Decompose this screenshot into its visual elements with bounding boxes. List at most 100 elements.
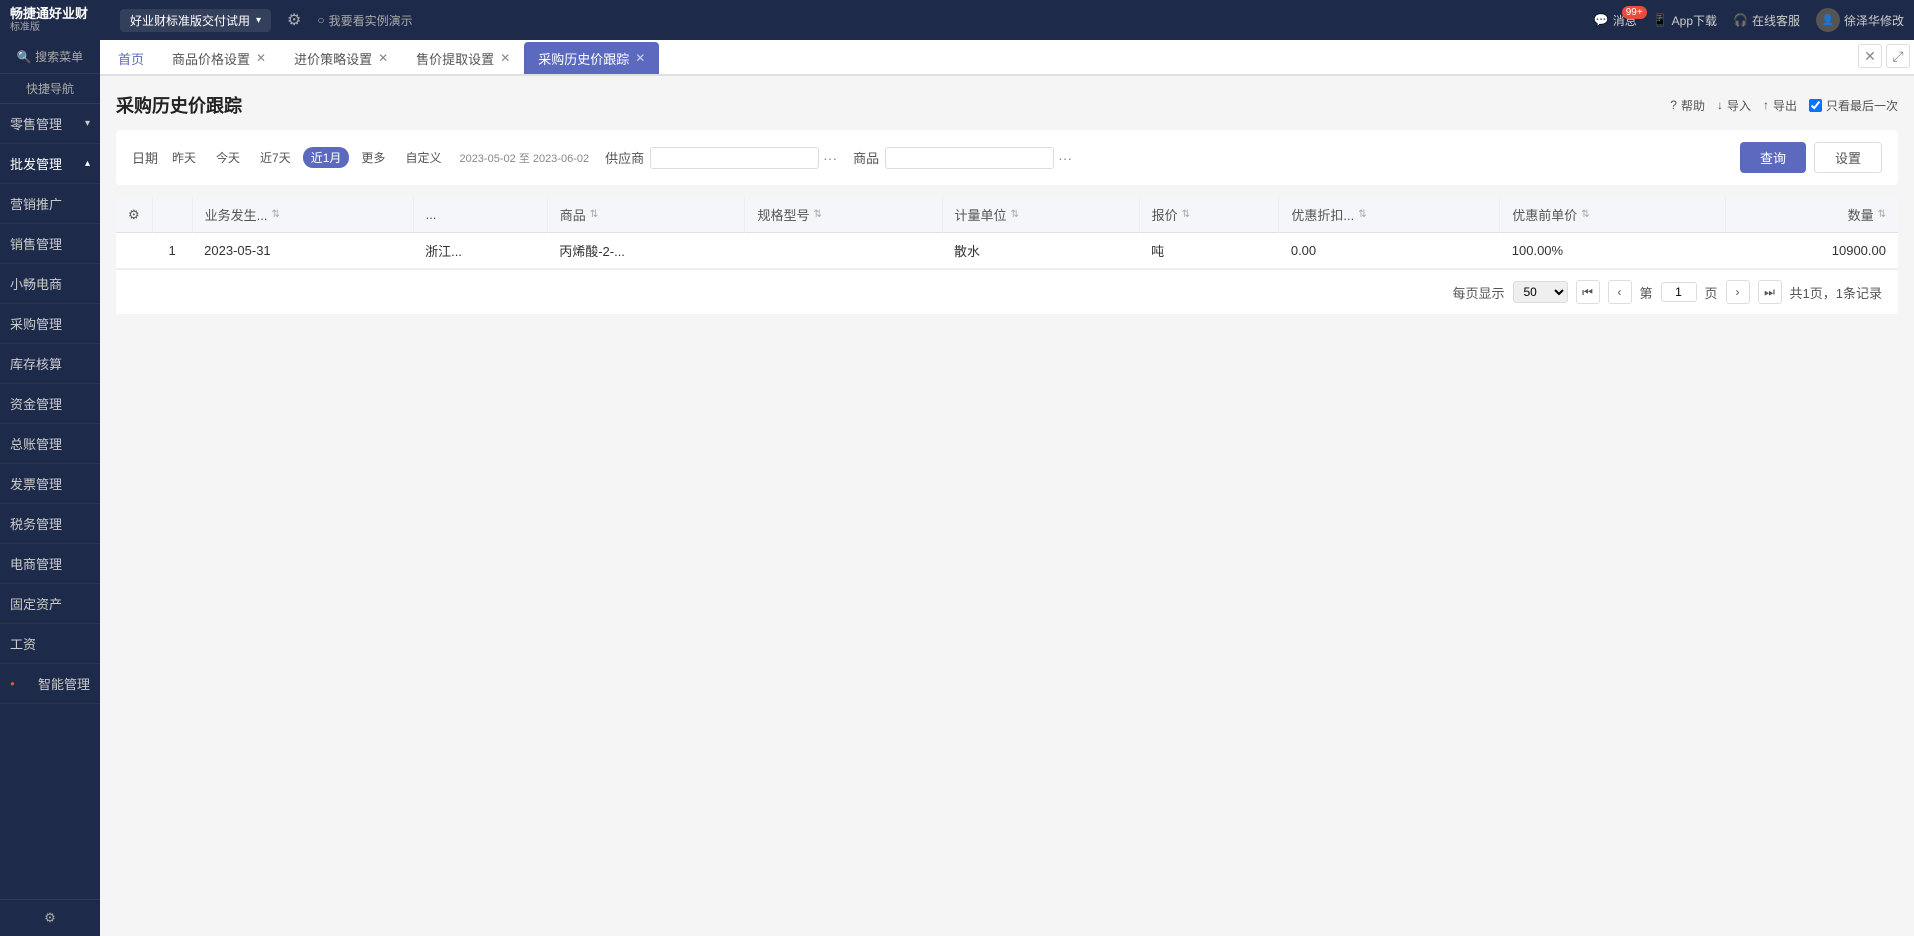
- close-icon[interactable]: ✕: [378, 51, 388, 65]
- date-btn-custom[interactable]: 自定义: [397, 147, 449, 168]
- col-settings[interactable]: ⚙: [116, 197, 152, 233]
- cell-num: 1: [152, 233, 192, 269]
- sidebar-item-sales[interactable]: 销售管理: [0, 224, 100, 264]
- date-btn-1month[interactable]: 近1月: [303, 147, 350, 168]
- sidebar-settings-btn[interactable]: ⚙: [0, 899, 100, 936]
- close-icon[interactable]: ✕: [256, 51, 266, 65]
- sidebar-item-wholesale[interactable]: 批发管理 ▴: [0, 144, 100, 184]
- sidebar-item-payroll[interactable]: 工资: [0, 624, 100, 664]
- sort-icon: ⇅: [1878, 209, 1886, 220]
- col-before-price[interactable]: 优惠前单价 ⇅: [1500, 197, 1726, 233]
- tab-purchase-strategy[interactable]: 进价策略设置 ✕: [280, 42, 402, 74]
- next-page-btn[interactable]: ›: [1726, 280, 1750, 304]
- demo-link[interactable]: ○ 我要看实例演示: [317, 12, 412, 29]
- col-quantity-label: 数量: [1848, 205, 1874, 224]
- sidebar-item-purchase[interactable]: 采购管理: [0, 304, 100, 344]
- col-more-label: ...: [426, 207, 437, 222]
- tab-purchase-history-price[interactable]: 采购历史价跟踪 ✕: [524, 42, 659, 74]
- date-btn-today[interactable]: 今天: [208, 147, 248, 168]
- logo-title: 畅捷通好业财: [10, 6, 110, 22]
- only-last-checkbox[interactable]: [1809, 99, 1822, 112]
- export-btn[interactable]: ↑ 导出: [1763, 97, 1797, 114]
- goods-more-icon[interactable]: ···: [1058, 150, 1072, 166]
- version-selector[interactable]: 好业财标准版交付试用 ▾: [120, 9, 271, 32]
- close-icon[interactable]: ✕: [635, 51, 645, 65]
- query-btn[interactable]: 查询: [1740, 142, 1806, 173]
- date-btn-7days[interactable]: 近7天: [252, 147, 299, 168]
- settings-icon[interactable]: ⚙: [287, 10, 301, 30]
- header-right: 💬 消息 99+ 📱 App下载 🎧 在线客服 👤 徐泽华修改: [1594, 8, 1904, 32]
- sidebar-item-ledger[interactable]: 总账管理: [0, 424, 100, 464]
- user-info[interactable]: 👤 徐泽华修改: [1816, 8, 1904, 32]
- col-more[interactable]: ...: [413, 197, 547, 233]
- tab-home[interactable]: 首页: [104, 42, 158, 74]
- page-content: 采购历史价跟踪 ? 帮助 ↓ 导入 ↑ 导出: [100, 76, 1914, 936]
- app-download-btn[interactable]: 📱 App下载: [1653, 12, 1717, 29]
- sidebar-item-inventory[interactable]: 库存核算: [0, 344, 100, 384]
- sidebar-item-ecommerce-small[interactable]: 小畅电商: [0, 264, 100, 304]
- supplier-more-icon[interactable]: ···: [823, 150, 837, 166]
- top-header: 畅捷通好业财 标准版 好业财标准版交付试用 ▾ ⚙ ○ 我要看实例演示 💬 消息…: [0, 0, 1914, 40]
- col-spec[interactable]: 规格型号 ⇅: [745, 197, 942, 233]
- col-goods[interactable]: 商品 ⇅: [547, 197, 745, 233]
- sidebar-item-label: 小畅电商: [10, 274, 62, 293]
- version-label: 好业财标准版交付试用: [130, 12, 250, 29]
- table-row: 1 2023-05-31 浙江... 丙烯酸-2-... 散水 吨 0.00 1…: [116, 233, 1898, 269]
- sort-icon: ⇅: [813, 209, 821, 220]
- sidebar-item-tax[interactable]: 税务管理: [0, 504, 100, 544]
- sidebar-search-label: 搜索菜单: [35, 50, 83, 64]
- col-before-price-label: 优惠前单价: [1512, 205, 1577, 224]
- supplier-input[interactable]: [650, 147, 819, 169]
- col-price[interactable]: 报价 ⇅: [1139, 197, 1279, 233]
- settings-btn[interactable]: 设置: [1814, 142, 1882, 173]
- help-btn[interactable]: ? 帮助: [1670, 97, 1705, 114]
- filter-bar: 日期 昨天 今天 近7天 近1月 更多 自定义 2023-05-02 至 202…: [116, 130, 1898, 185]
- date-btn-yesterday[interactable]: 昨天: [164, 147, 204, 168]
- col-discount-label: 优惠折扣...: [1291, 205, 1354, 224]
- page-input[interactable]: [1661, 282, 1697, 302]
- col-unit[interactable]: 计量单位 ⇅: [942, 197, 1139, 233]
- tab-expand-btn[interactable]: ⤢: [1886, 44, 1910, 68]
- message-btn[interactable]: 💬 消息 99+: [1594, 12, 1637, 29]
- sidebar-item-label: 总账管理: [10, 434, 62, 453]
- close-icon[interactable]: ✕: [500, 51, 510, 65]
- sidebar-item-label: 工资: [10, 634, 36, 653]
- sidebar-item-smart[interactable]: 智能管理: [0, 664, 100, 704]
- goods-filter-group: 商品 ···: [853, 147, 1072, 169]
- date-range-display: 2023-05-02 至 2023-06-02: [459, 150, 589, 166]
- per-page-select[interactable]: 50 100 200: [1513, 281, 1568, 303]
- first-page-btn[interactable]: ⏮: [1576, 280, 1600, 304]
- goods-input[interactable]: [885, 147, 1054, 169]
- data-table: ⚙ 业务发生... ⇅ ...: [116, 197, 1898, 269]
- only-last-checkbox-label[interactable]: 只看最后一次: [1809, 97, 1898, 114]
- sidebar-quick-nav[interactable]: 快捷导航: [0, 74, 100, 104]
- prev-page-btn[interactable]: ‹: [1608, 280, 1632, 304]
- tab-close-btn[interactable]: ✕: [1858, 44, 1882, 68]
- cell-supplier: 浙江...: [413, 233, 547, 269]
- page-label: 第: [1640, 283, 1653, 302]
- table-body: 1 2023-05-31 浙江... 丙烯酸-2-... 散水 吨 0.00 1…: [116, 233, 1898, 269]
- sidebar-item-retail[interactable]: 零售管理 ▾: [0, 104, 100, 144]
- cell-goods: 丙烯酸-2-...: [547, 233, 745, 269]
- sidebar-item-marketing[interactable]: 营销推广: [0, 184, 100, 224]
- tab-sale-price-extract[interactable]: 售价提取设置 ✕: [402, 42, 524, 74]
- sidebar-item-invoice[interactable]: 发票管理: [0, 464, 100, 504]
- date-btn-more[interactable]: 更多: [353, 147, 393, 168]
- last-page-btn[interactable]: ⏭: [1758, 280, 1782, 304]
- message-badge: 99+: [1622, 6, 1647, 19]
- col-quantity[interactable]: 数量 ⇅: [1725, 197, 1898, 233]
- per-page-label: 每页显示: [1452, 283, 1504, 302]
- sidebar-item-label: 发票管理: [10, 474, 62, 493]
- table-container: ⚙ 业务发生... ⇅ ...: [116, 197, 1898, 269]
- sidebar-item-finance[interactable]: 资金管理: [0, 384, 100, 424]
- sidebar-item-label: 采购管理: [10, 314, 62, 333]
- sidebar-search[interactable]: 🔍 搜索菜单: [0, 40, 100, 74]
- tab-price-settings[interactable]: 商品价格设置 ✕: [158, 42, 280, 74]
- sidebar-item-fixed-assets[interactable]: 固定资产: [0, 584, 100, 624]
- sort-icon: ⇅: [1182, 209, 1190, 220]
- online-service-btn[interactable]: 🎧 在线客服: [1733, 12, 1800, 29]
- col-date[interactable]: 业务发生... ⇅: [192, 197, 413, 233]
- sidebar-item-ecommerce[interactable]: 电商管理: [0, 544, 100, 584]
- import-btn[interactable]: ↓ 导入: [1717, 97, 1751, 114]
- col-discount[interactable]: 优惠折扣... ⇅: [1279, 197, 1500, 233]
